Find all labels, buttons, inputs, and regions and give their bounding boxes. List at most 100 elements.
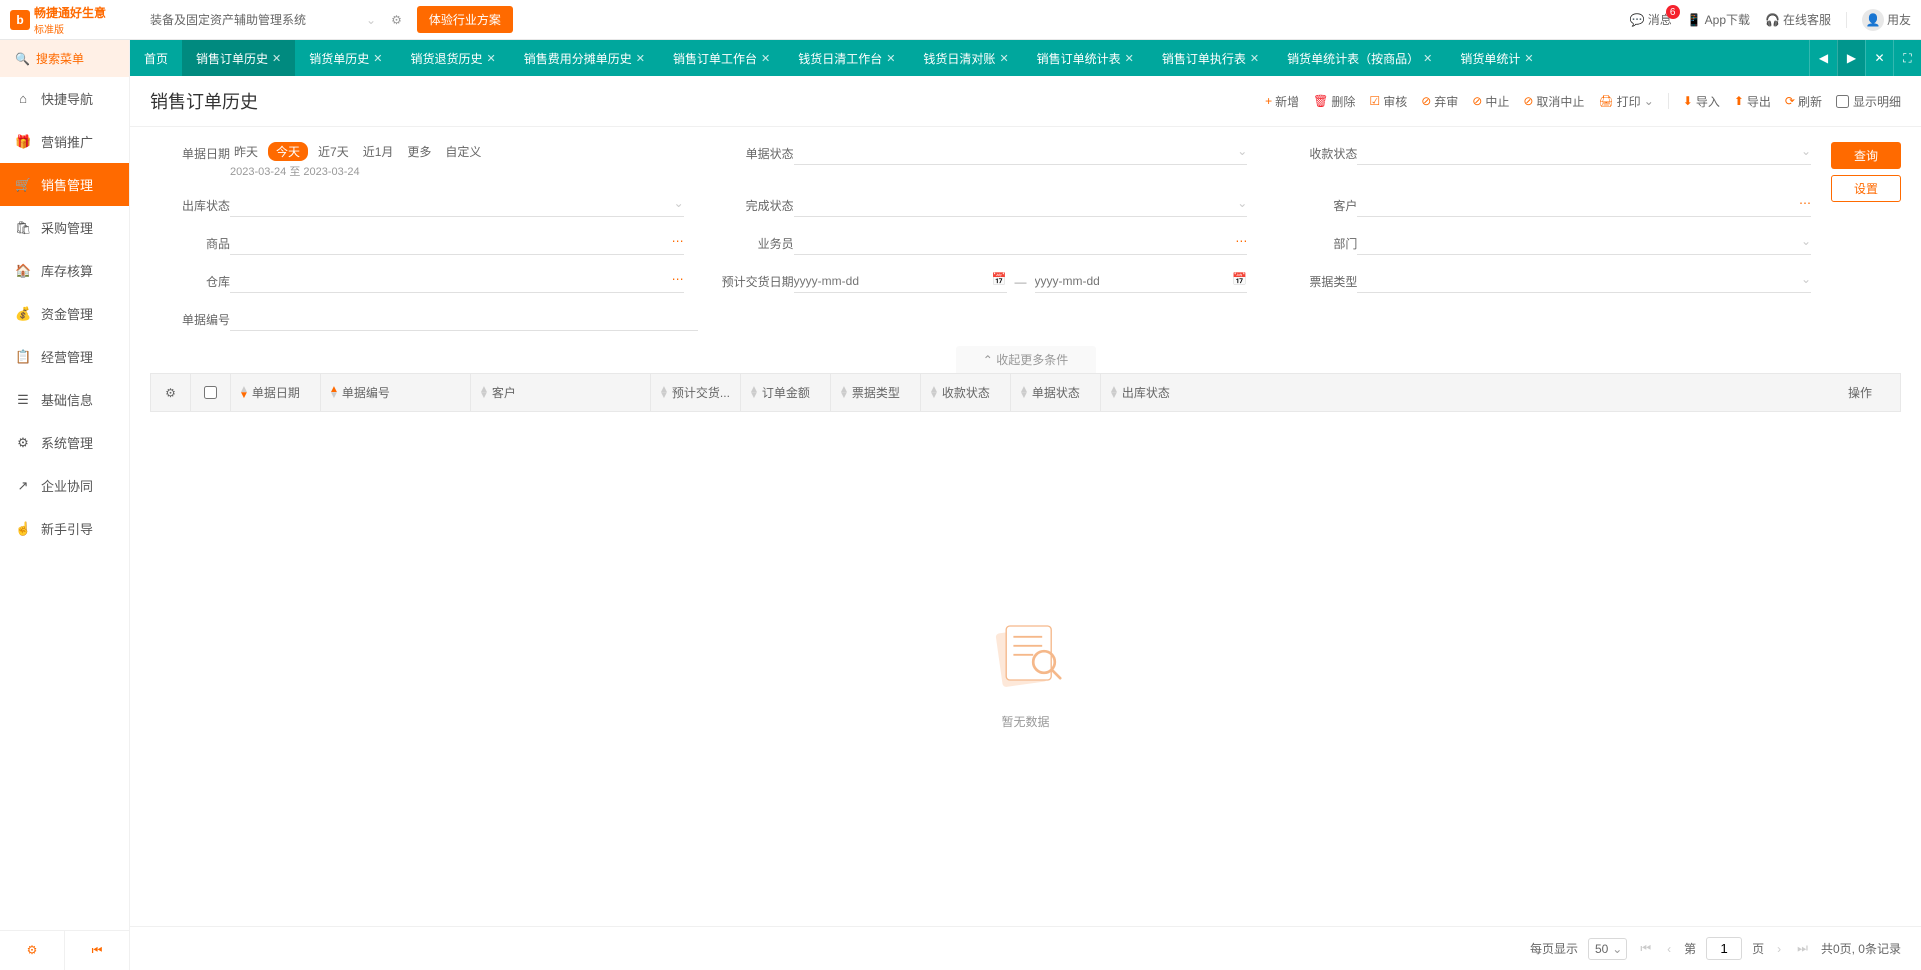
close-icon[interactable]: ✕ <box>761 52 770 65</box>
page-input[interactable] <box>1706 937 1742 960</box>
close-icon[interactable]: ✕ <box>1524 52 1533 65</box>
tab-0[interactable]: 首页 <box>130 40 182 76</box>
cancel-stop-button[interactable]: ⊘取消中止 <box>1523 93 1584 110</box>
th-7[interactable]: ▲▼单据状态 <box>1011 374 1101 411</box>
page-size-select[interactable]: 50 ⌄ <box>1588 938 1627 960</box>
sidebar-item-5[interactable]: 💰资金管理 <box>0 292 129 335</box>
tab-3[interactable]: 销货退货历史✕ <box>396 40 509 76</box>
audit-button[interactable]: ☑审核 <box>1369 93 1407 110</box>
print-button[interactable]: 🖨打印 ⌄ <box>1598 93 1653 110</box>
gear-icon[interactable]: ⚙ <box>391 13 402 27</box>
page-last[interactable]: ⏭ <box>1794 941 1811 956</box>
more-icon[interactable]: ⋯ <box>672 272 684 286</box>
receipt-status-input[interactable] <box>1357 142 1811 165</box>
th-8[interactable]: ▲▼出库状态 <box>1101 374 1820 411</box>
delete-button[interactable]: 🗑删除 <box>1313 93 1355 110</box>
date-tab-3[interactable]: 近1月 <box>359 142 398 161</box>
sidebar-item-2[interactable]: 🛒销售管理 <box>0 163 129 206</box>
tab-11[interactable]: 销货单统计✕ <box>1446 40 1547 76</box>
sidebar-item-4[interactable]: 🏠库存核算 <box>0 249 129 292</box>
export-button[interactable]: ⬆导出 <box>1734 93 1771 110</box>
close-icon[interactable]: ✕ <box>886 52 895 65</box>
message-button[interactable]: 💬 消息 6 <box>1630 11 1672 28</box>
select-all[interactable] <box>191 374 231 411</box>
collapse-sidebar-button[interactable]: ⏮ <box>65 931 129 970</box>
tab-4[interactable]: 销售费用分摊单历史✕ <box>510 40 659 76</box>
date-tab-5[interactable]: 自定义 <box>441 142 485 161</box>
more-icon[interactable]: ⋯ <box>1235 234 1247 248</box>
add-button[interactable]: +新增 <box>1265 93 1299 110</box>
date-tab-0[interactable]: 昨天 <box>230 142 262 161</box>
close-icon[interactable]: ✕ <box>636 52 645 65</box>
th-4[interactable]: ▲▼订单金额 <box>741 374 831 411</box>
tab-6[interactable]: 钱货日清工作台✕ <box>784 40 909 76</box>
fullscreen-button[interactable]: ⛶ <box>1893 40 1921 76</box>
page-prev[interactable]: ‹ <box>1664 942 1674 956</box>
tab-9[interactable]: 销售订单执行表✕ <box>1148 40 1273 76</box>
close-icon[interactable]: ✕ <box>1250 52 1259 65</box>
tab-5[interactable]: 销售订单工作台✕ <box>659 40 784 76</box>
sidebar-search[interactable]: 🔍 搜索菜单 <box>0 40 129 77</box>
date-tab-4[interactable]: 更多 <box>403 142 435 161</box>
detail-checkbox-input[interactable] <box>1836 95 1849 108</box>
user-menu[interactable]: 👤 用友 <box>1862 9 1911 31</box>
tab-1[interactable]: 销售订单历史✕ <box>182 40 295 76</box>
th-3[interactable]: ▲▼预计交货... <box>651 374 741 411</box>
th-5[interactable]: ▲▼票据类型 <box>831 374 921 411</box>
th-6[interactable]: ▲▼收款状态 <box>921 374 1011 411</box>
close-icon[interactable]: ✕ <box>373 52 382 65</box>
bill-no-input[interactable] <box>230 308 698 331</box>
refresh-button[interactable]: ⟳刷新 <box>1785 93 1822 110</box>
setting-button[interactable]: 设置 <box>1831 175 1901 202</box>
sidebar-item-9[interactable]: ↗企业协同 <box>0 464 129 507</box>
close-icon[interactable]: ✕ <box>272 52 281 65</box>
bill-status-input[interactable] <box>794 142 1248 165</box>
chevron-down-icon[interactable]: ⌄ <box>1801 234 1811 248</box>
tab-scroll-left[interactable]: ◀ <box>1809 40 1837 76</box>
sidebar-item-6[interactable]: 📋经营管理 <box>0 335 129 378</box>
finish-status-input[interactable] <box>794 194 1248 217</box>
close-icon[interactable]: ✕ <box>999 52 1008 65</box>
more-icon[interactable]: ⋯ <box>672 234 684 248</box>
column-settings[interactable]: ⚙ <box>151 374 191 411</box>
select-all-checkbox[interactable] <box>204 386 217 399</box>
warehouse-input[interactable] <box>230 270 684 293</box>
date-tab-2[interactable]: 近7天 <box>314 142 353 161</box>
sidebar-item-1[interactable]: 🎁营销推广 <box>0 120 129 163</box>
more-icon[interactable]: ⋯ <box>1799 196 1811 210</box>
stop-button[interactable]: ⊘中止 <box>1472 93 1509 110</box>
page-first[interactable]: ⏮ <box>1637 941 1654 956</box>
delivery-date-to[interactable] <box>1035 270 1248 293</box>
th-0[interactable]: ▲▼单据日期 <box>231 374 321 411</box>
tab-8[interactable]: 销售订单统计表✕ <box>1023 40 1148 76</box>
tab-close-all[interactable]: ✕ <box>1865 40 1893 76</box>
customer-input[interactable] <box>1357 194 1811 217</box>
close-icon[interactable]: ✕ <box>1423 52 1432 65</box>
sidebar-item-8[interactable]: ⚙系统管理 <box>0 421 129 464</box>
invoice-type-input[interactable] <box>1357 270 1811 293</box>
tab-scroll-right[interactable]: ▶ <box>1837 40 1865 76</box>
chevron-down-icon[interactable]: ⌄ <box>1801 272 1811 286</box>
page-next[interactable]: › <box>1774 942 1784 956</box>
chevron-down-icon[interactable]: ⌄ <box>1237 196 1247 210</box>
salesman-input[interactable] <box>794 232 1248 255</box>
dept-input[interactable] <box>1357 232 1811 255</box>
online-service-button[interactable]: 🎧 在线客服 <box>1765 11 1831 28</box>
settings-button[interactable]: ⚙ <box>0 931 65 970</box>
out-status-input[interactable] <box>230 194 684 217</box>
date-tab-1[interactable]: 今天 <box>268 142 308 161</box>
calendar-icon[interactable]: 📅 <box>992 272 1007 286</box>
tab-7[interactable]: 钱货日清对账✕ <box>909 40 1022 76</box>
show-detail-checkbox[interactable]: 显示明细 <box>1836 93 1901 110</box>
system-selector[interactable]: 装备及固定资产辅助管理系统 ⌄ <box>150 11 376 28</box>
discard-button[interactable]: ⊘弃审 <box>1421 93 1458 110</box>
delivery-date-from[interactable] <box>794 270 1007 293</box>
chevron-down-icon[interactable]: ⌄ <box>1237 144 1247 158</box>
product-input[interactable] <box>230 232 684 255</box>
import-button[interactable]: ⬇导入 <box>1683 93 1720 110</box>
close-icon[interactable]: ✕ <box>487 52 496 65</box>
calendar-icon[interactable]: 📅 <box>1232 272 1247 286</box>
th-1[interactable]: ▲▼单据编号 <box>321 374 471 411</box>
sidebar-item-3[interactable]: 🛍采购管理 <box>0 206 129 249</box>
chevron-down-icon[interactable]: ⌄ <box>1801 144 1811 158</box>
